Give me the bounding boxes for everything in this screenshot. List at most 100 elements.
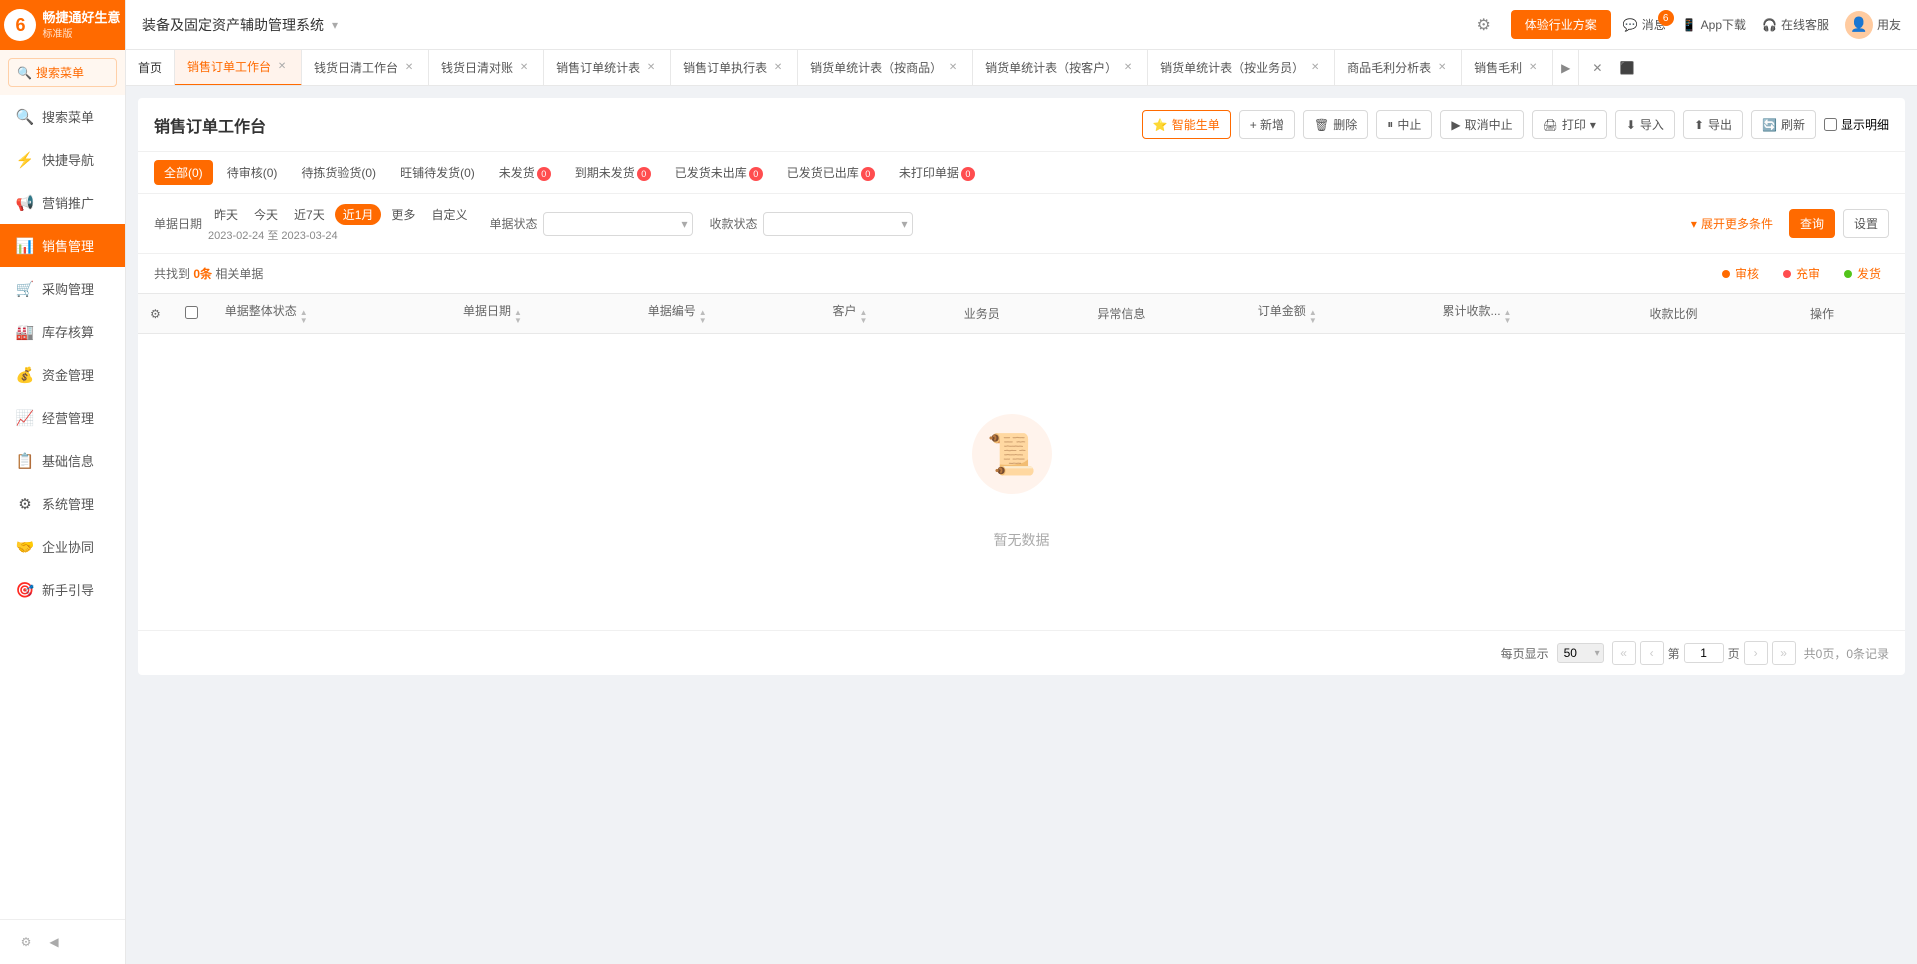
marketing-icon: 📢: [16, 194, 34, 212]
search-icon: 🔍: [16, 108, 34, 126]
date-option-自定义[interactable]: 自定义: [425, 204, 473, 225]
print-button[interactable]: 🖨 打印 ▾: [1532, 110, 1607, 139]
tab-sales-summary-product[interactable]: 销货单统计表（按商品）✕: [798, 50, 973, 86]
show-detail-checkbox[interactable]: [1824, 118, 1837, 131]
last-page-button[interactable]: »: [1772, 641, 1796, 665]
tab-more-button[interactable]: ▶: [1553, 50, 1579, 86]
date-option-近1月[interactable]: 近1月: [335, 204, 382, 225]
page-size-select[interactable]: 102050100: [1557, 643, 1604, 663]
table-header-overall-status[interactable]: 单据整体状态▲▼: [213, 294, 451, 334]
tab-close-icon[interactable]: ✕: [771, 61, 785, 75]
tab-gross-margin[interactable]: 商品毛利分析表✕: [1335, 50, 1462, 86]
table-settings-header[interactable]: ⚙: [138, 294, 173, 334]
sub-tab-wangpu-pending[interactable]: 旺铺待发货(0): [390, 160, 485, 185]
first-page-button[interactable]: «: [1612, 641, 1636, 665]
tab-cash-reconcile[interactable]: 钱货日清对账✕: [429, 50, 544, 86]
add-button[interactable]: + 新增: [1239, 110, 1295, 139]
show-detail-checkbox-label[interactable]: 显示明细: [1824, 116, 1889, 133]
cancel-review-action-button[interactable]: 充审: [1775, 262, 1828, 285]
purchase-icon: 🛒: [16, 280, 34, 298]
sub-tab-shipped-out[interactable]: 已发货已出库0: [777, 160, 885, 185]
refresh-button[interactable]: 🔄 刷新: [1751, 110, 1816, 139]
smart-create-button[interactable]: ⭐ 智能生单: [1142, 110, 1231, 139]
date-option-今天[interactable]: 今天: [248, 204, 284, 225]
payment-select[interactable]: [763, 212, 913, 236]
tab-sales-more[interactable]: 销售毛利✕: [1462, 50, 1553, 86]
sub-tab-unprinted[interactable]: 未打印单据0: [889, 160, 985, 185]
sidebar-item-sales[interactable]: 📊销售管理: [0, 224, 125, 267]
suspend-button[interactable]: ⏸ 中止: [1376, 110, 1432, 139]
tab-close-icon[interactable]: ✕: [1526, 61, 1540, 75]
sub-tab-pending-inspect[interactable]: 待拣货验货(0): [291, 160, 386, 185]
table-header-collected[interactable]: 累计收款...▲▼: [1431, 294, 1638, 334]
col-label: 累计收款...: [1443, 304, 1501, 318]
collapse-icon[interactable]: ◀: [44, 932, 64, 952]
ship-action-button[interactable]: 发货: [1836, 262, 1889, 285]
tab-close-icon[interactable]: ✕: [402, 61, 416, 75]
table-header-customer[interactable]: 客户▲▼: [820, 294, 951, 334]
tab-close-icon[interactable]: ✕: [517, 61, 531, 75]
next-page-button[interactable]: ›: [1744, 641, 1768, 665]
sidebar-item-quick-nav[interactable]: ⚡快捷导航: [0, 138, 125, 181]
select-all-checkbox[interactable]: [185, 306, 198, 319]
sub-tab-pending-review[interactable]: 待审核(0): [217, 160, 288, 185]
sidebar-item-basic-info[interactable]: 📋基础信息: [0, 439, 125, 482]
tab-close-icon[interactable]: ✕: [644, 61, 658, 75]
user-menu-button[interactable]: 👤 用友: [1845, 11, 1901, 39]
tab-home[interactable]: 首页: [126, 50, 175, 86]
sidebar-item-purchase[interactable]: 🛒采购管理: [0, 267, 125, 310]
sub-tab-badge: 0: [961, 167, 975, 181]
tab-close-icon[interactable]: ✕: [1435, 61, 1449, 75]
tab-close-icon[interactable]: ✕: [1121, 61, 1135, 75]
page-number-input[interactable]: [1684, 643, 1724, 663]
tab-sales-summary-customer[interactable]: 销货单统计表（按客户）✕: [973, 50, 1148, 86]
tab-close-icon[interactable]: ✕: [275, 60, 289, 74]
review-action-button[interactable]: 审核: [1714, 262, 1767, 285]
sidebar-item-system[interactable]: ⚙系统管理: [0, 482, 125, 525]
tab-sales-stats[interactable]: 销售订单统计表✕: [544, 50, 671, 86]
tab-sales-summary-staff[interactable]: 销货单统计表（按业务员）✕: [1148, 50, 1335, 86]
close-all-tabs-button[interactable]: ⬛: [1613, 54, 1641, 82]
topbar-right-actions: 💬 消息 6 📱 App下载 🎧 在线客服 👤 用友: [1623, 11, 1901, 39]
sidebar-item-beginner[interactable]: 🎯新手引导: [0, 568, 125, 611]
date-option-更多[interactable]: 更多: [385, 204, 421, 225]
table-header-amount[interactable]: 订单金额▲▼: [1246, 294, 1431, 334]
sub-tab-expired-unshipped[interactable]: 到期未发货0: [565, 160, 661, 185]
page-actions: ⭐ 智能生单 + 新增 🗑 删除 ⏸ 中止 ▶ 取消中止: [1142, 110, 1889, 139]
tab-sales-workbench[interactable]: 销售订单工作台✕: [175, 50, 302, 86]
table-header-number[interactable]: 单据编号▲▼: [636, 294, 821, 334]
sidebar-item-enterprise[interactable]: 🤝企业协同: [0, 525, 125, 568]
cancel-suspend-button[interactable]: ▶ 取消中止: [1440, 110, 1523, 139]
export-button[interactable]: ⬆ 导出: [1683, 110, 1743, 139]
filter-settings-button[interactable]: 设置: [1843, 209, 1889, 238]
solution-button[interactable]: 体验行业方案: [1511, 10, 1611, 39]
sidebar-item-inventory[interactable]: 🏭库存核算: [0, 310, 125, 353]
tab-close-icon[interactable]: ✕: [1308, 61, 1322, 75]
message-button[interactable]: 💬 消息 6: [1623, 16, 1666, 33]
prev-page-button[interactable]: ‹: [1640, 641, 1664, 665]
import-button[interactable]: ⬇ 导入: [1615, 110, 1675, 139]
tab-close-icon[interactable]: ✕: [946, 61, 960, 75]
date-option-近7天[interactable]: 近7天: [288, 204, 331, 225]
app-download-button[interactable]: 📱 App下载: [1682, 16, 1746, 33]
online-support-button[interactable]: 🎧 在线客服: [1762, 16, 1829, 33]
query-button[interactable]: 查询: [1789, 209, 1835, 238]
sidebar-item-search[interactable]: 🔍搜索菜单: [0, 95, 125, 138]
table-header-date[interactable]: 单据日期▲▼: [451, 294, 636, 334]
close-current-tab-button[interactable]: ✕: [1583, 54, 1611, 82]
sidebar-item-operations[interactable]: 📈经营管理: [0, 396, 125, 439]
search-menu-button[interactable]: 🔍 搜索菜单: [8, 58, 117, 87]
tab-cash-daily[interactable]: 钱货日清工作台✕: [302, 50, 429, 86]
sidebar-item-marketing[interactable]: 📢营销推广: [0, 181, 125, 224]
sidebar-item-finance[interactable]: 💰资金管理: [0, 353, 125, 396]
sub-tab-unshipped[interactable]: 未发货0: [489, 160, 561, 185]
settings-icon[interactable]: ⚙: [16, 932, 36, 952]
sub-tab-all[interactable]: 全部(0): [154, 160, 213, 185]
tab-sales-exec[interactable]: 销售订单执行表✕: [671, 50, 798, 86]
delete-button[interactable]: 🗑 删除: [1303, 110, 1368, 139]
expand-more-button[interactable]: ▾ 展开更多条件: [1691, 215, 1773, 232]
topbar-settings-icon[interactable]: ⚙: [1469, 10, 1499, 40]
status-select[interactable]: [543, 212, 693, 236]
sub-tab-shipped-not-out[interactable]: 已发货未出库0: [665, 160, 773, 185]
date-option-昨天[interactable]: 昨天: [208, 204, 244, 225]
